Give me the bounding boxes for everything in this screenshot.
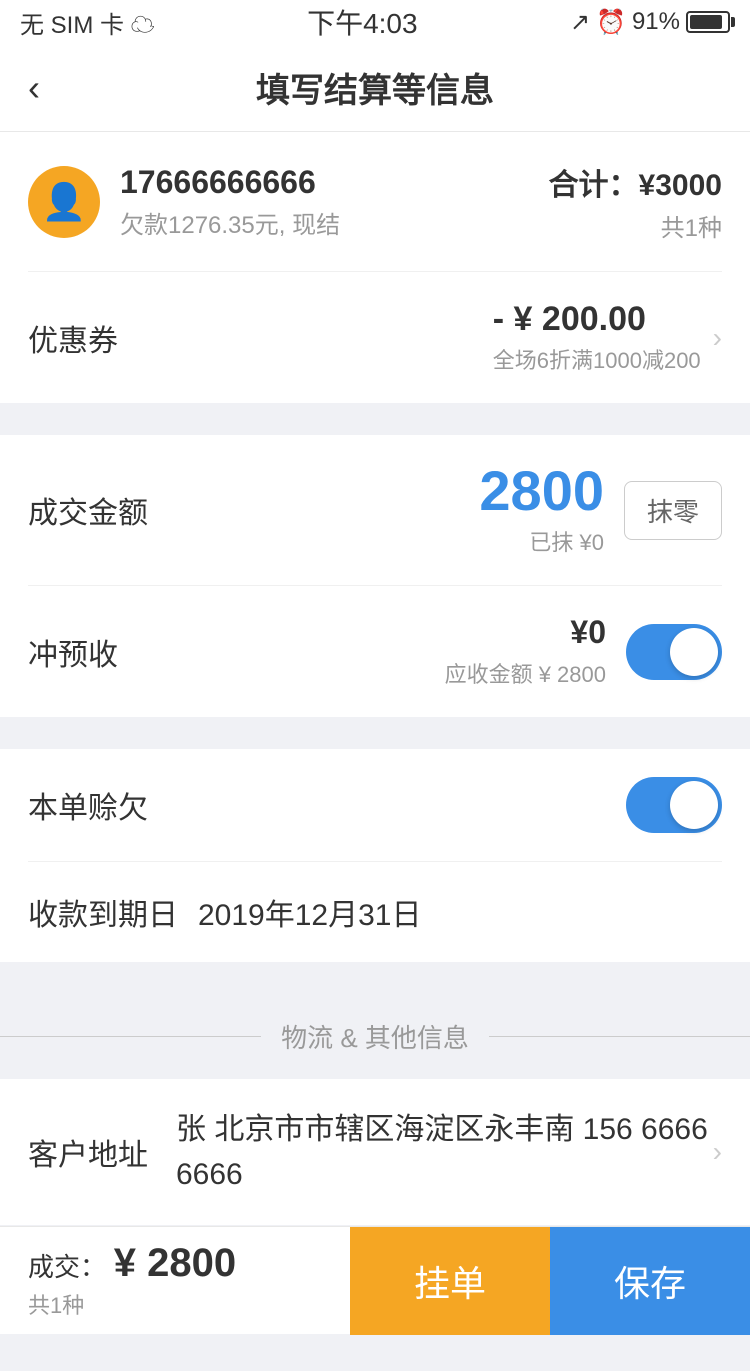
address-value: 张 北京市市辖区海淀区永丰南 156 6666 6666 [176, 1107, 713, 1197]
customer-row: 👤 17666666666 欠款1276.35元, 现结 合计：¥3000 共1… [28, 132, 722, 271]
prepay-amount: ¥0 [445, 614, 606, 651]
credit-toggle-knob [670, 781, 718, 829]
bottom-summary: 成交： ¥ 2800 共1种 [0, 1241, 350, 1320]
logistics-line-right [489, 1036, 750, 1037]
prepay-receivable: 应收金额 ¥ 2800 [445, 657, 606, 689]
credit-row: 本单赊欠 [28, 749, 722, 862]
prepay-toggle[interactable] [626, 624, 722, 680]
battery-percent: 91% [632, 8, 680, 36]
address-chevron-icon: › [713, 1136, 722, 1168]
summary-prefix: 成交： [28, 1252, 106, 1282]
status-right: ↗ ⏰ 91% [570, 8, 730, 37]
summary-amount: ¥ 2800 [114, 1241, 236, 1285]
alarm-icon: ⏰ [596, 8, 626, 37]
bottom-summary-line1: 成交： ¥ 2800 [28, 1241, 322, 1286]
coupon-discount: - ¥ 200.00 [493, 300, 701, 339]
customer-left: 👤 17666666666 欠款1276.35元, 现结 [28, 164, 340, 240]
coupon-row[interactable]: 优惠券 - ¥ 200.00 全场6折满1000减200 › [28, 271, 722, 403]
avatar: 👤 [28, 166, 100, 238]
battery-fill [690, 15, 722, 29]
avatar-icon: 👤 [42, 181, 87, 223]
save-button[interactable]: 保存 [550, 1227, 750, 1335]
coupon-value-wrap: - ¥ 200.00 全场6折满1000减200 [493, 300, 701, 375]
coupon-chevron-icon: › [713, 322, 722, 354]
prepay-value-wrap: ¥0 应收金额 ¥ 2800 [445, 614, 722, 689]
due-date-value: 2019年12月31日 [198, 890, 421, 934]
bottom-bar: 成交： ¥ 2800 共1种 挂单 保存 [0, 1226, 750, 1334]
back-button[interactable]: ‹ [28, 67, 40, 109]
credit-card: 本单赊欠 收款到期日 2019年12月31日 [0, 749, 750, 962]
due-date-label: 收款到期日 [28, 890, 178, 934]
logistics-label: 物流 & 其他信息 [281, 1018, 469, 1055]
due-date-content: 收款到期日 2019年12月31日 [28, 890, 421, 934]
address-row[interactable]: 客户地址 张 北京市市辖区海淀区永丰南 156 6666 6666 › [28, 1079, 722, 1225]
deal-card: 成交金额 2800 已抹 ¥0 抹零 冲预收 ¥0 应收金额 ¥ 2800 [0, 435, 750, 717]
deal-rounded: 已抹 ¥0 [479, 525, 604, 557]
coupon-label: 优惠券 [28, 316, 118, 360]
customer-phone: 17666666666 [120, 164, 340, 201]
prepay-label: 冲预收 [28, 630, 118, 674]
deal-row: 成交金额 2800 已抹 ¥0 抹零 [28, 435, 722, 586]
location-icon: ↗ [570, 8, 590, 37]
due-date-row: 收款到期日 2019年12月31日 [28, 862, 722, 962]
customer-right: 合计：¥3000 共1种 [549, 160, 722, 243]
deal-label: 成交金额 [28, 488, 148, 532]
total-count: 共1种 [549, 208, 722, 243]
status-left: 无 SIM 卡 ☁ [20, 5, 155, 40]
section-divider-3 [0, 978, 750, 994]
coupon-right: - ¥ 200.00 全场6折满1000减200 › [493, 300, 722, 375]
status-bar: 无 SIM 卡 ☁ 下午4:03 ↗ ⏰ 91% [0, 0, 750, 44]
customer-subtitle: 欠款1276.35元, 现结 [120, 205, 340, 240]
address-label: 客户地址 [28, 1130, 148, 1174]
logistics-line-left [0, 1036, 261, 1037]
section-divider-1 [0, 419, 750, 435]
page-title: 填写结算等信息 [256, 63, 494, 112]
total-amount: 合计：¥3000 [549, 160, 722, 204]
credit-label: 本单赊欠 [28, 783, 148, 827]
customer-info: 17666666666 欠款1276.35元, 现结 [120, 164, 340, 240]
deal-amount: 2800 [479, 463, 604, 519]
address-card: 客户地址 张 北京市市辖区海淀区永丰南 156 6666 6666 › [0, 1079, 750, 1225]
prepay-row: 冲预收 ¥0 应收金额 ¥ 2800 [28, 586, 722, 717]
hold-button[interactable]: 挂单 [350, 1227, 550, 1335]
deal-amount-wrap: 2800 已抹 ¥0 [479, 463, 604, 557]
nav-bar: ‹ 填写结算等信息 [0, 44, 750, 132]
round-off-button[interactable]: 抹零 [624, 481, 722, 540]
battery-icon [686, 11, 730, 33]
prepay-amount-wrap: ¥0 应收金额 ¥ 2800 [445, 614, 606, 689]
section-divider-2 [0, 733, 750, 749]
summary-count: 共1种 [28, 1288, 322, 1320]
credit-toggle[interactable] [626, 777, 722, 833]
coupon-detail: 全场6折满1000减200 [493, 343, 701, 375]
deal-value-wrap: 2800 已抹 ¥0 抹零 [479, 463, 722, 557]
sim-label: 无 SIM 卡 ☁ [20, 5, 155, 40]
customer-card: 👤 17666666666 欠款1276.35元, 现结 合计：¥3000 共1… [0, 132, 750, 403]
toggle-knob [670, 628, 718, 676]
status-time: 下午4:03 [307, 2, 418, 42]
logistics-section: 物流 & 其他信息 [0, 994, 750, 1079]
